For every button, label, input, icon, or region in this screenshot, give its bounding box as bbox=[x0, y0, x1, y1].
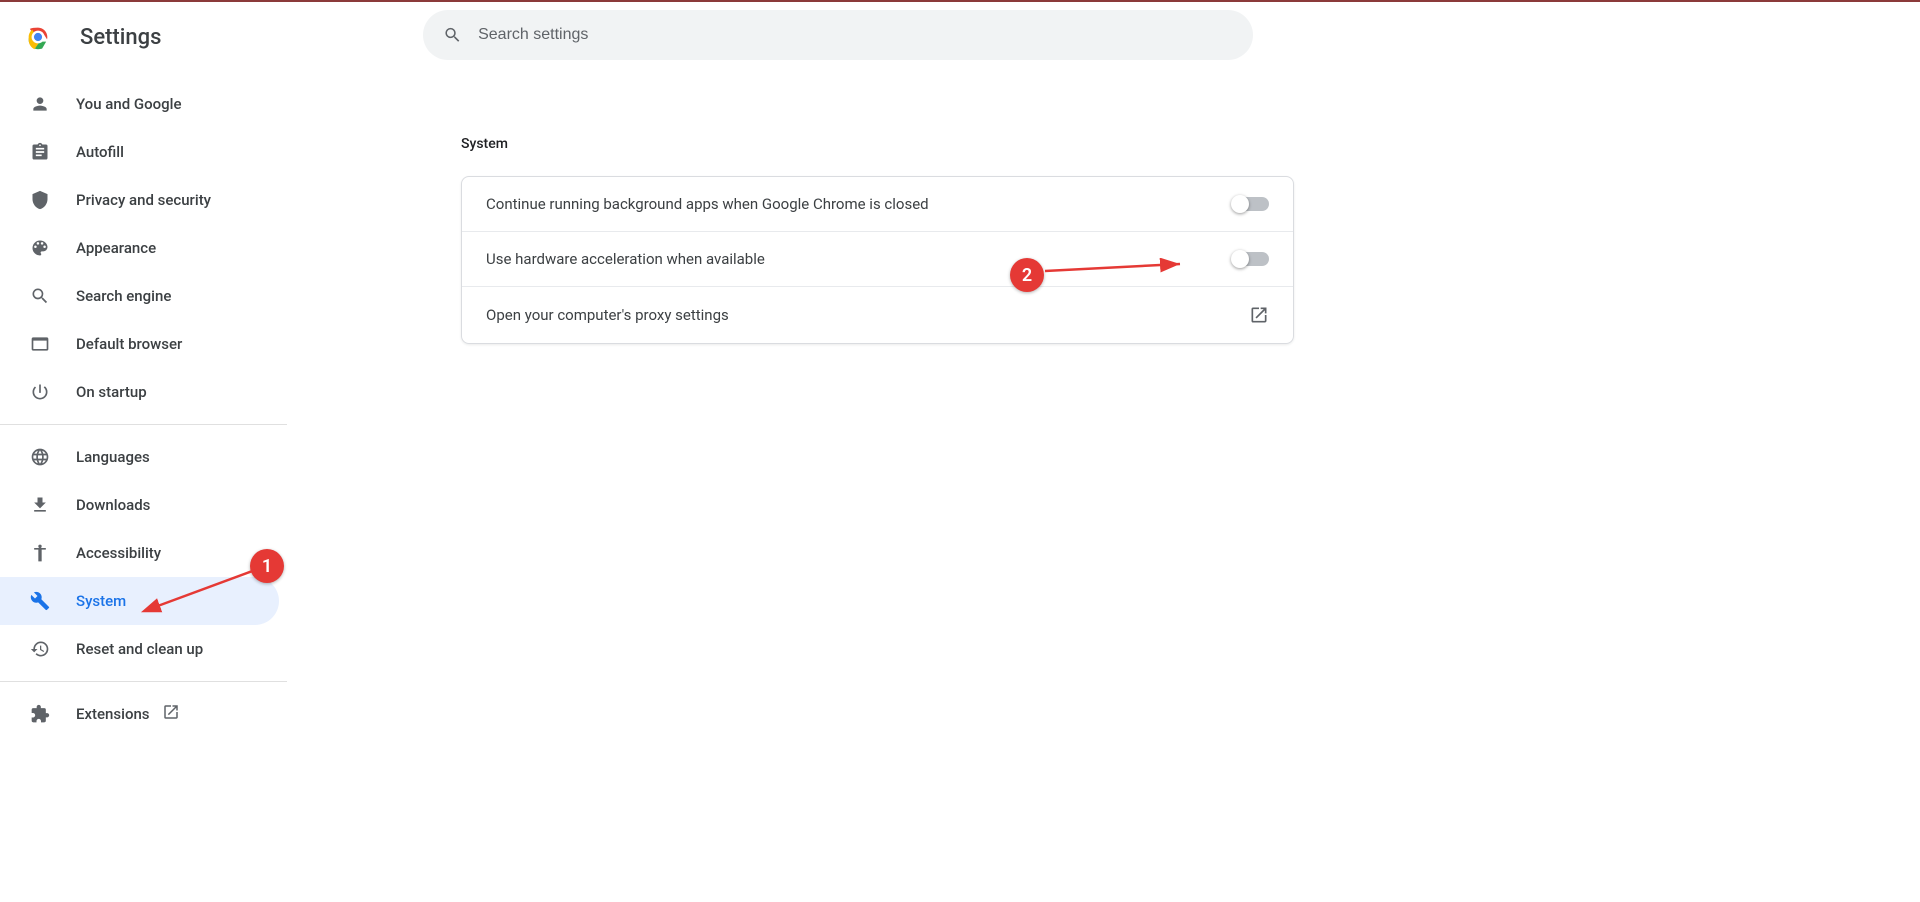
browser-icon bbox=[28, 332, 52, 356]
settings-row-label: Continue running background apps when Go… bbox=[486, 195, 929, 213]
settings-row-label: Use hardware acceleration when available bbox=[486, 250, 765, 268]
sidebar-item-label: Downloads bbox=[76, 496, 150, 514]
sidebar-item-appearance[interactable]: Appearance bbox=[0, 224, 279, 272]
search-bar[interactable] bbox=[423, 10, 1253, 60]
extension-icon bbox=[28, 702, 52, 726]
sidebar-item-privacy-and-security[interactable]: Privacy and security bbox=[0, 176, 279, 224]
search-icon bbox=[28, 284, 52, 308]
globe-icon bbox=[28, 445, 52, 469]
open-external-icon bbox=[1249, 305, 1269, 325]
sidebar-item-autofill[interactable]: Autofill bbox=[0, 128, 279, 176]
sidebar-item-label: On startup bbox=[76, 383, 147, 401]
sidebar-item-label: Accessibility bbox=[76, 544, 161, 562]
setting-row-proxy[interactable]: Open your computer's proxy settings bbox=[462, 287, 1293, 343]
sidebar-item-label: Autofill bbox=[76, 143, 124, 161]
shield-icon bbox=[28, 188, 52, 212]
sidebar-item-downloads[interactable]: Downloads bbox=[0, 481, 279, 529]
header: Settings bbox=[0, 0, 1920, 72]
nav-divider bbox=[0, 424, 287, 425]
main-content: System Continue running background apps … bbox=[287, 72, 1920, 902]
sidebar-item-you-and-google[interactable]: You and Google bbox=[0, 80, 279, 128]
download-icon bbox=[28, 493, 52, 517]
sidebar-item-label: You and Google bbox=[76, 95, 181, 113]
settings-row-label: Open your computer's proxy settings bbox=[486, 306, 729, 324]
page-title: Settings bbox=[80, 25, 161, 50]
sidebar-item-languages[interactable]: Languages bbox=[0, 433, 279, 481]
sidebar-item-on-startup[interactable]: On startup bbox=[0, 368, 279, 416]
person-icon bbox=[28, 92, 52, 116]
sidebar-item-default-browser[interactable]: Default browser bbox=[0, 320, 279, 368]
wrench-icon bbox=[28, 589, 52, 613]
toggle-background-apps[interactable] bbox=[1233, 197, 1269, 211]
sidebar-item-reset-and-clean-up[interactable]: Reset and clean up bbox=[0, 625, 279, 673]
sidebar-item-label: Default browser bbox=[76, 335, 182, 353]
sidebar-item-extensions[interactable]: Extensions bbox=[0, 690, 279, 738]
history-icon bbox=[28, 637, 52, 661]
setting-row-background-apps[interactable]: Continue running background apps when Go… bbox=[462, 177, 1293, 232]
toggle-hardware-accel[interactable] bbox=[1233, 252, 1269, 266]
sidebar-item-label: Appearance bbox=[76, 239, 156, 257]
sidebar-item-label: Search engine bbox=[76, 287, 171, 305]
sidebar-item-label: Reset and clean up bbox=[76, 640, 203, 658]
accessibility-icon bbox=[28, 541, 52, 565]
sidebar-item-system[interactable]: System bbox=[0, 577, 279, 625]
sidebar-item-label: Extensions bbox=[76, 705, 150, 723]
settings-card: Continue running background apps when Go… bbox=[461, 176, 1294, 344]
search-icon bbox=[443, 25, 462, 45]
clipboard-icon bbox=[28, 140, 52, 164]
sidebar-item-label: Privacy and security bbox=[76, 191, 211, 209]
sidebar-item-accessibility[interactable]: Accessibility bbox=[0, 529, 279, 577]
palette-icon bbox=[28, 236, 52, 260]
open-external-icon bbox=[162, 703, 180, 721]
sidebar[interactable]: You and Google Autofill Privacy and securi… bbox=[0, 72, 287, 902]
sidebar-item-label: System bbox=[76, 592, 126, 610]
section-title: System bbox=[461, 136, 1880, 152]
nav-divider bbox=[0, 681, 287, 682]
sidebar-item-search-engine[interactable]: Search engine bbox=[0, 272, 279, 320]
sidebar-item-label: Languages bbox=[76, 448, 150, 466]
power-icon bbox=[28, 380, 52, 404]
setting-row-hardware-accel[interactable]: Use hardware acceleration when available bbox=[462, 232, 1293, 287]
search-input[interactable] bbox=[478, 26, 1233, 44]
chrome-logo-icon bbox=[24, 23, 52, 51]
